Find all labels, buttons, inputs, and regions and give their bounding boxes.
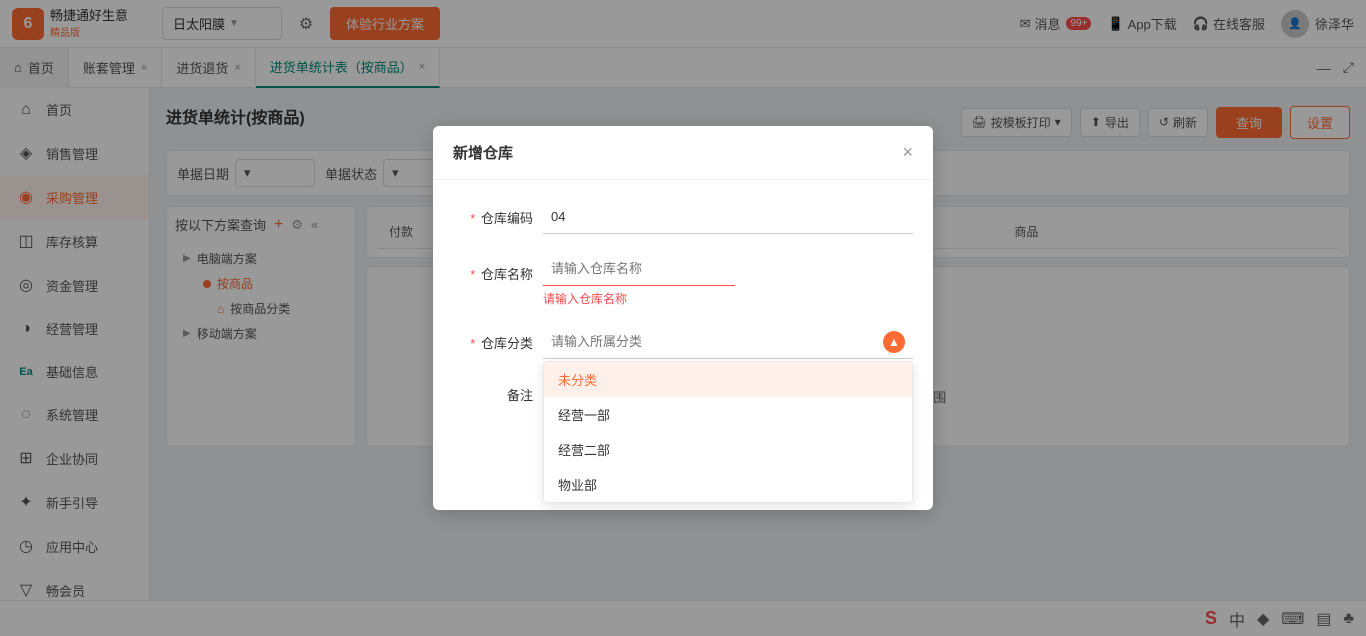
- name-input[interactable]: [543, 252, 735, 286]
- modal-add-warehouse: 新增仓库 × * 仓库编码 * 仓库名称: [433, 126, 933, 510]
- dropdown-item-dept2[interactable]: 经营二部: [544, 432, 912, 467]
- modal-title: 新增仓库: [453, 142, 513, 163]
- modal-header: 新增仓库 ×: [433, 126, 933, 180]
- note-label: 备注: [453, 377, 533, 404]
- name-error-msg: 请输入仓库名称: [543, 290, 627, 306]
- modal-body: * 仓库编码 * 仓库名称 请输入仓库名称: [433, 180, 933, 449]
- modal-close-button[interactable]: ×: [902, 142, 913, 163]
- code-input[interactable]: [543, 200, 913, 234]
- category-dropdown-toggle[interactable]: ▲: [883, 331, 905, 353]
- category-select-wrapper: ▲ 未分类 经营一部 经营二部 物业部: [543, 325, 913, 359]
- name-label: * 仓库名称: [453, 256, 533, 283]
- category-dropdown: 未分类 经营一部 经营二部 物业部: [543, 361, 913, 503]
- modal-overlay: 新增仓库 × * 仓库编码 * 仓库名称: [0, 0, 1366, 636]
- category-input[interactable]: [543, 325, 913, 359]
- name-field-row: * 仓库名称 请输入仓库名称: [453, 252, 913, 307]
- category-field-row: * 仓库分类 ▲ 未分类 经营一部 经营二部 物业部: [453, 325, 913, 359]
- category-required-star: *: [470, 336, 475, 351]
- dropdown-item-dept1[interactable]: 经营一部: [544, 397, 912, 432]
- dropdown-item-uncategorized[interactable]: 未分类: [544, 362, 912, 397]
- required-star: *: [470, 211, 475, 226]
- dropdown-item-property[interactable]: 物业部: [544, 467, 912, 502]
- name-required-star: *: [470, 267, 475, 282]
- code-label: * 仓库编码: [453, 200, 533, 227]
- category-label: * 仓库分类: [453, 325, 533, 352]
- code-field-row: * 仓库编码: [453, 200, 913, 234]
